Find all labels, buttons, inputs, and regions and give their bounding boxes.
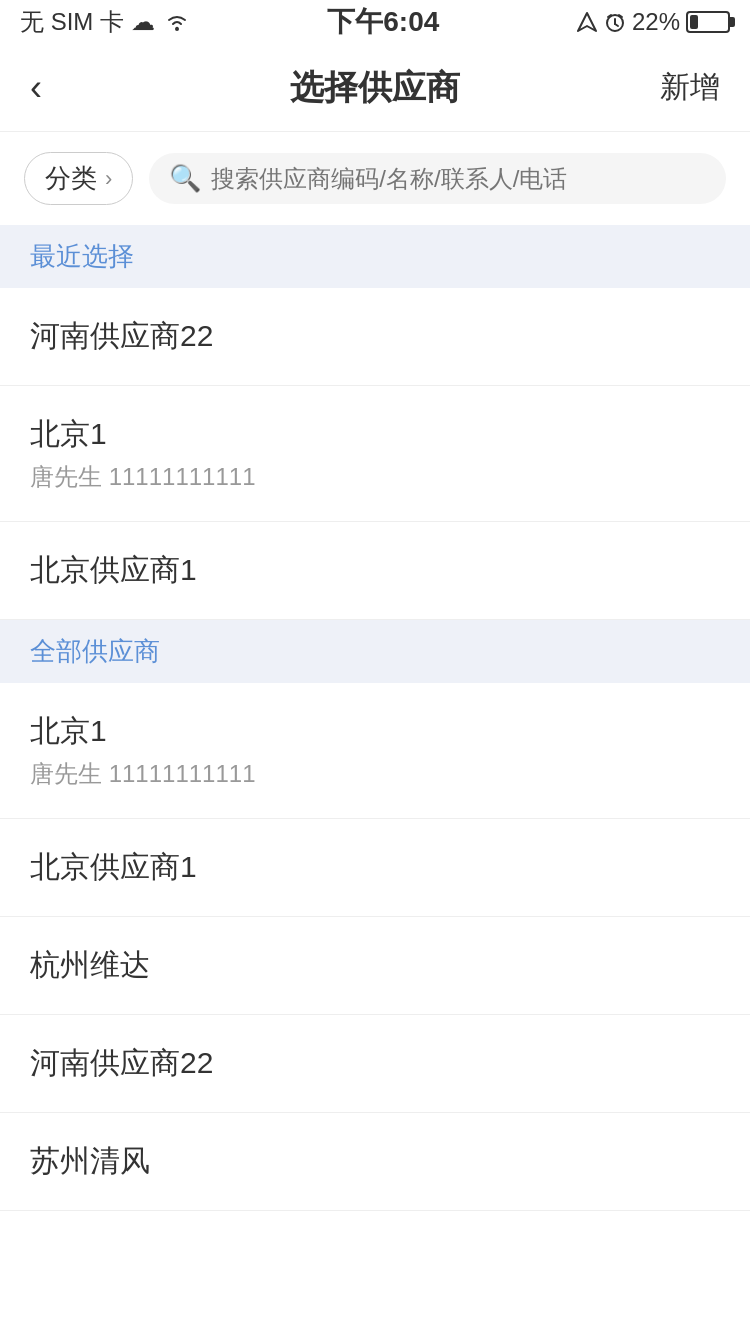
svg-point-0 [175, 27, 179, 31]
alarm-icon [604, 11, 626, 33]
chevron-right-icon: › [105, 166, 112, 192]
list-item[interactable]: 河南供应商22 [0, 1015, 750, 1113]
item-name: 苏州清风 [30, 1141, 720, 1182]
item-name: 北京供应商1 [30, 847, 720, 888]
battery-icon [686, 11, 730, 33]
item-name: 河南供应商22 [30, 1043, 720, 1084]
list-item[interactable]: 杭州维达 [0, 917, 750, 1015]
recent-list: 河南供应商22 北京1 唐先生 11111111111 北京供应商1 [0, 288, 750, 620]
category-label: 分类 [45, 161, 97, 196]
list-item[interactable]: 河南供应商22 [0, 288, 750, 386]
search-area: 分类 › 🔍 [0, 132, 750, 225]
item-name: 北京1 [30, 414, 720, 455]
list-item[interactable]: 北京供应商1 [0, 522, 750, 620]
nav-bar: ‹ 选择供应商 新增 [0, 44, 750, 132]
recent-section-header: 最近选择 [0, 225, 750, 288]
status-left: 无 SIM 卡 ☁ [20, 6, 191, 38]
add-button[interactable]: 新增 [660, 67, 720, 108]
list-item[interactable]: 北京1 唐先生 11111111111 [0, 683, 750, 819]
status-time: 下午6:04 [327, 3, 439, 41]
item-name: 北京1 [30, 711, 720, 752]
search-input[interactable] [211, 165, 706, 193]
category-filter-button[interactable]: 分类 › [24, 152, 133, 205]
status-bar: 无 SIM 卡 ☁ 下午6:04 22% [0, 0, 750, 44]
no-sim-label: 无 SIM 卡 ☁ [20, 6, 155, 38]
item-name: 北京供应商1 [30, 550, 720, 591]
svg-line-4 [615, 24, 618, 26]
all-section-header: 全部供应商 [0, 620, 750, 683]
list-item[interactable]: 北京供应商1 [0, 819, 750, 917]
all-suppliers-list: 北京1 唐先生 11111111111 北京供应商1 杭州维达河南供应商22 苏州清风 [0, 683, 750, 1211]
battery-percent: 22% [632, 8, 680, 36]
item-sub: 唐先生 11111111111 [30, 758, 720, 790]
location-icon [576, 11, 598, 33]
item-sub: 唐先生 11111111111 [30, 461, 720, 493]
item-name: 河南供应商22 [30, 316, 720, 357]
search-icon: 🔍 [169, 163, 201, 194]
status-right: 22% [576, 8, 730, 36]
wifi-icon [163, 12, 191, 32]
list-item[interactable]: 北京1 唐先生 11111111111 [0, 386, 750, 522]
page-title: 选择供应商 [290, 65, 460, 111]
svg-marker-1 [578, 13, 596, 31]
item-name: 杭州维达 [30, 945, 720, 986]
back-button[interactable]: ‹ [30, 67, 90, 109]
list-item[interactable]: 苏州清风 [0, 1113, 750, 1211]
search-input-wrap: 🔍 [149, 153, 726, 204]
